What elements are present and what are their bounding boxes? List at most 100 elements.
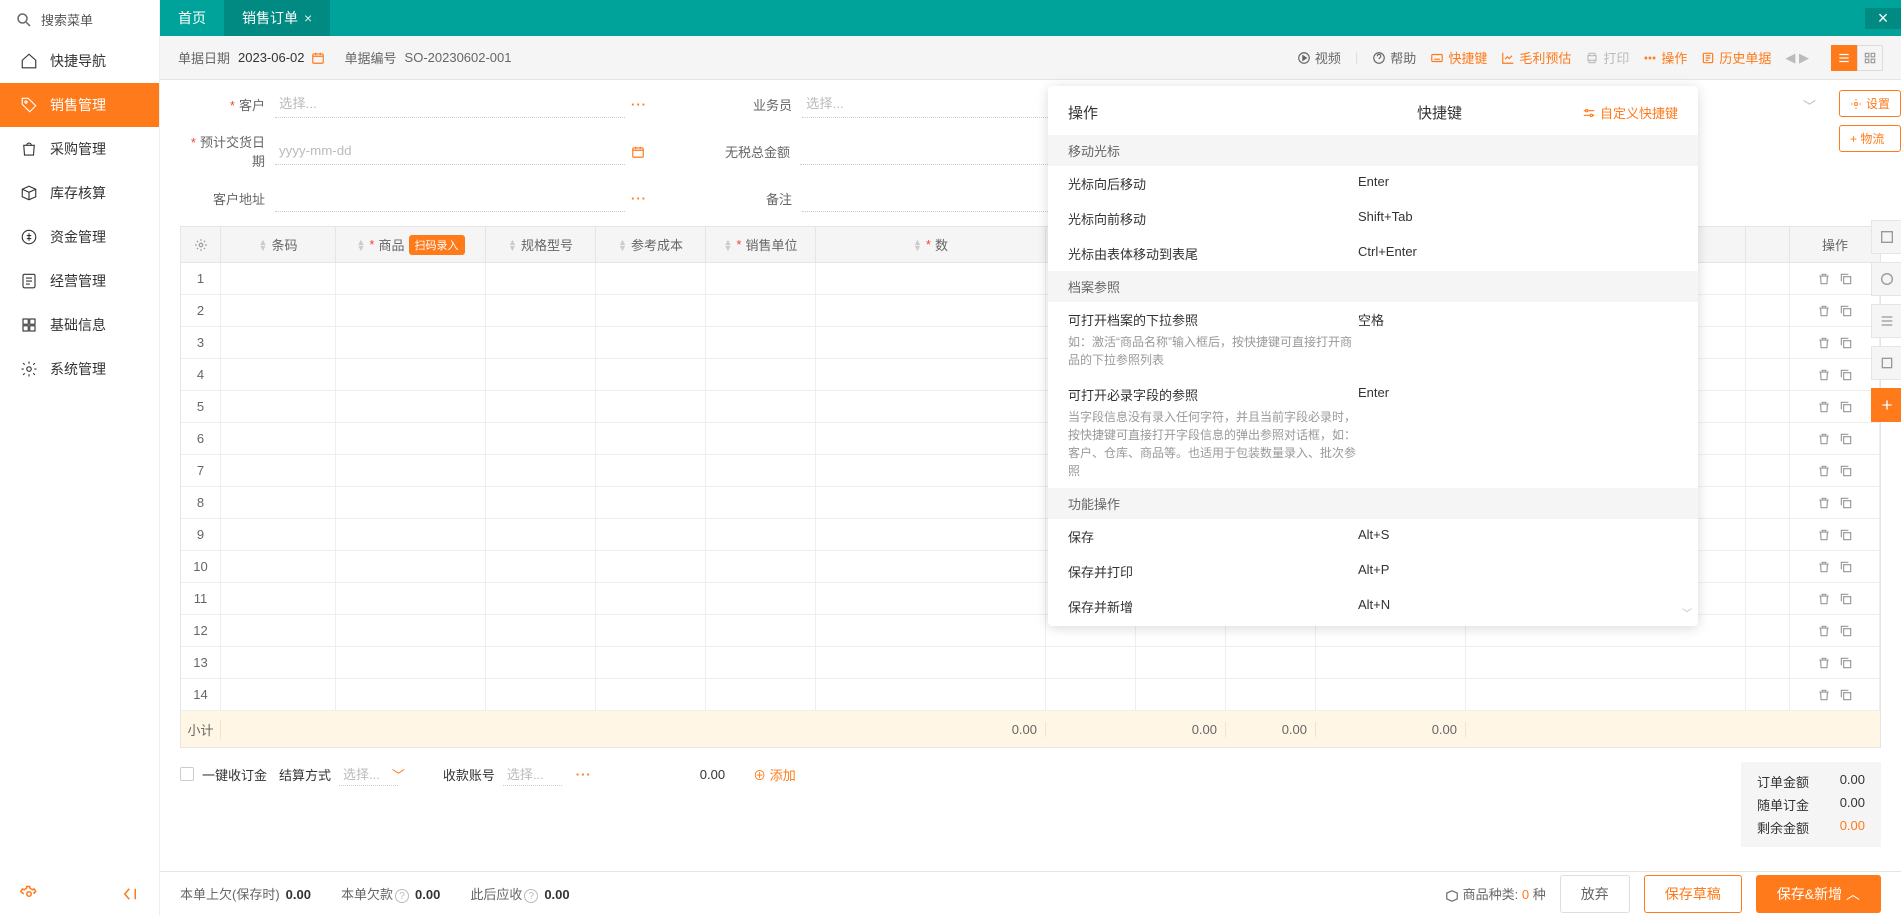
nav-basics[interactable]: 基础信息 [0, 303, 159, 347]
th-barcode[interactable]: ▲▼条码 [221, 227, 336, 262]
rail-item-4[interactable] [1871, 346, 1901, 380]
copy-icon[interactable] [1839, 591, 1853, 607]
settings-button[interactable]: 设置 [1839, 90, 1901, 117]
custom-shortcut-link[interactable]: 自定义快捷键 [1582, 103, 1678, 122]
collapse-icon[interactable] [121, 885, 139, 903]
addr-input[interactable] [275, 184, 625, 212]
delete-icon[interactable] [1817, 623, 1831, 639]
video-link[interactable]: 视频 [1297, 48, 1341, 67]
nav-system[interactable]: 系统管理 [0, 347, 159, 391]
nav-sales[interactable]: 销售管理 [0, 83, 159, 127]
th-qty[interactable]: ▲▼*数 [816, 227, 1046, 262]
delete-icon[interactable] [1817, 687, 1831, 703]
settle-select[interactable]: 选择... [339, 762, 398, 786]
help-icon[interactable]: ? [524, 889, 538, 903]
chevron-down-icon[interactable]: ﹀ [1682, 605, 1692, 620]
delete-icon[interactable] [1817, 335, 1831, 351]
th-cost[interactable]: ▲▼参考成本 [596, 227, 706, 262]
rail-item-1[interactable] [1871, 220, 1901, 254]
help-link[interactable]: 帮助 [1372, 48, 1416, 67]
history-link[interactable]: 历史单据 [1701, 48, 1771, 67]
delete-icon[interactable] [1817, 367, 1831, 383]
copy-icon[interactable] [1839, 655, 1853, 671]
close-all-icon[interactable]: × [1865, 8, 1901, 29]
close-icon[interactable]: × [304, 10, 312, 26]
customer-input[interactable] [275, 90, 625, 118]
more-icon[interactable]: ··· [576, 767, 592, 782]
rail-item-active[interactable] [1871, 388, 1901, 422]
th-spec[interactable]: ▲▼规格型号 [486, 227, 596, 262]
discard-button[interactable]: 放弃 [1560, 875, 1630, 913]
tab-home[interactable]: 首页 [160, 0, 224, 36]
calendar-icon[interactable] [631, 143, 645, 159]
sales-input[interactable] [802, 90, 1082, 118]
pop-row: 保存Alt+S [1048, 519, 1698, 554]
delete-icon[interactable] [1817, 559, 1831, 575]
prev-owe-value: 0.00 [286, 887, 311, 902]
settings-icon[interactable] [20, 885, 38, 903]
save-draft-button[interactable]: 保存草稿 [1644, 875, 1742, 913]
copy-icon[interactable] [1839, 431, 1853, 447]
more-icon[interactable]: ··· [631, 191, 647, 206]
more-icon[interactable]: ··· [631, 97, 647, 112]
nav-fund[interactable]: 资金管理 [0, 215, 159, 259]
copy-icon[interactable] [1839, 687, 1853, 703]
delete-icon[interactable] [1817, 399, 1831, 415]
pager[interactable]: ◀ ▶ [1785, 50, 1809, 66]
rail-item-3[interactable] [1871, 304, 1901, 338]
view-grid-icon[interactable] [1857, 45, 1883, 71]
delete-icon[interactable] [1817, 655, 1831, 671]
nav-business[interactable]: 经营管理 [0, 259, 159, 303]
operate-link[interactable]: 操作 [1643, 48, 1687, 67]
total-input[interactable] [800, 137, 1080, 165]
delete-icon[interactable] [1817, 495, 1831, 511]
scan-badge[interactable]: 扫码录入 [409, 235, 465, 255]
copy-icon[interactable] [1839, 271, 1853, 287]
delete-icon[interactable] [1817, 527, 1831, 543]
chevron-down-icon[interactable]: ﹀ [1803, 96, 1816, 115]
delete-icon[interactable] [1817, 303, 1831, 319]
remark-input[interactable] [802, 184, 1082, 212]
copy-icon[interactable] [1839, 335, 1853, 351]
logistics-button[interactable]: + 物流 [1839, 125, 1901, 152]
rail-item-2[interactable] [1871, 262, 1901, 296]
copy-icon[interactable] [1839, 463, 1853, 479]
amount-value: 0.00 [700, 767, 725, 782]
delete-icon[interactable] [1817, 463, 1831, 479]
delete-icon[interactable] [1817, 271, 1831, 287]
copy-icon[interactable] [1839, 303, 1853, 319]
add-button[interactable]: ⊕ 添加 [753, 765, 796, 784]
nav-quick[interactable]: 快捷导航 [0, 39, 159, 83]
nav-inventory[interactable]: 库存核算 [0, 171, 159, 215]
after-recv-value: 0.00 [544, 887, 569, 902]
view-toggle[interactable] [1831, 45, 1883, 71]
save-new-button[interactable]: 保存&新增 ︿ [1756, 875, 1881, 913]
view-list-icon[interactable] [1831, 45, 1857, 71]
account-select[interactable]: 选择... [503, 762, 562, 786]
sidebar: 搜索菜单 快捷导航 销售管理 采购管理 库存核算 资金管理 经营管理 基础信息 [0, 0, 160, 915]
nav-purchase[interactable]: 采购管理 [0, 127, 159, 171]
copy-icon[interactable] [1839, 495, 1853, 511]
delivery-input[interactable] [275, 137, 625, 165]
copy-icon[interactable] [1839, 367, 1853, 383]
table-row[interactable]: 13 [181, 647, 1880, 679]
search-menu[interactable]: 搜索菜单 [0, 0, 159, 39]
delete-icon[interactable] [1817, 591, 1831, 607]
calendar-icon[interactable] [311, 50, 325, 66]
th-unit[interactable]: ▲▼*销售单位 [706, 227, 816, 262]
help-icon[interactable]: ? [395, 889, 409, 903]
copy-icon[interactable] [1839, 559, 1853, 575]
th-product[interactable]: ▲▼*商品扫码录入 [336, 227, 486, 262]
doc-date-value[interactable]: 2023-06-02 [238, 50, 305, 65]
tab-sales-order[interactable]: 销售订单 × [224, 0, 330, 36]
print-link[interactable]: 打印 [1585, 48, 1629, 67]
copy-icon[interactable] [1839, 399, 1853, 415]
table-row[interactable]: 14 [181, 679, 1880, 711]
profit-link[interactable]: 毛利预估 [1501, 48, 1571, 67]
delete-icon[interactable] [1817, 431, 1831, 447]
th-gear[interactable] [181, 227, 221, 262]
shortcut-link[interactable]: 快捷键 [1430, 48, 1487, 67]
deposit-checkbox[interactable] [180, 767, 194, 781]
copy-icon[interactable] [1839, 527, 1853, 543]
copy-icon[interactable] [1839, 623, 1853, 639]
